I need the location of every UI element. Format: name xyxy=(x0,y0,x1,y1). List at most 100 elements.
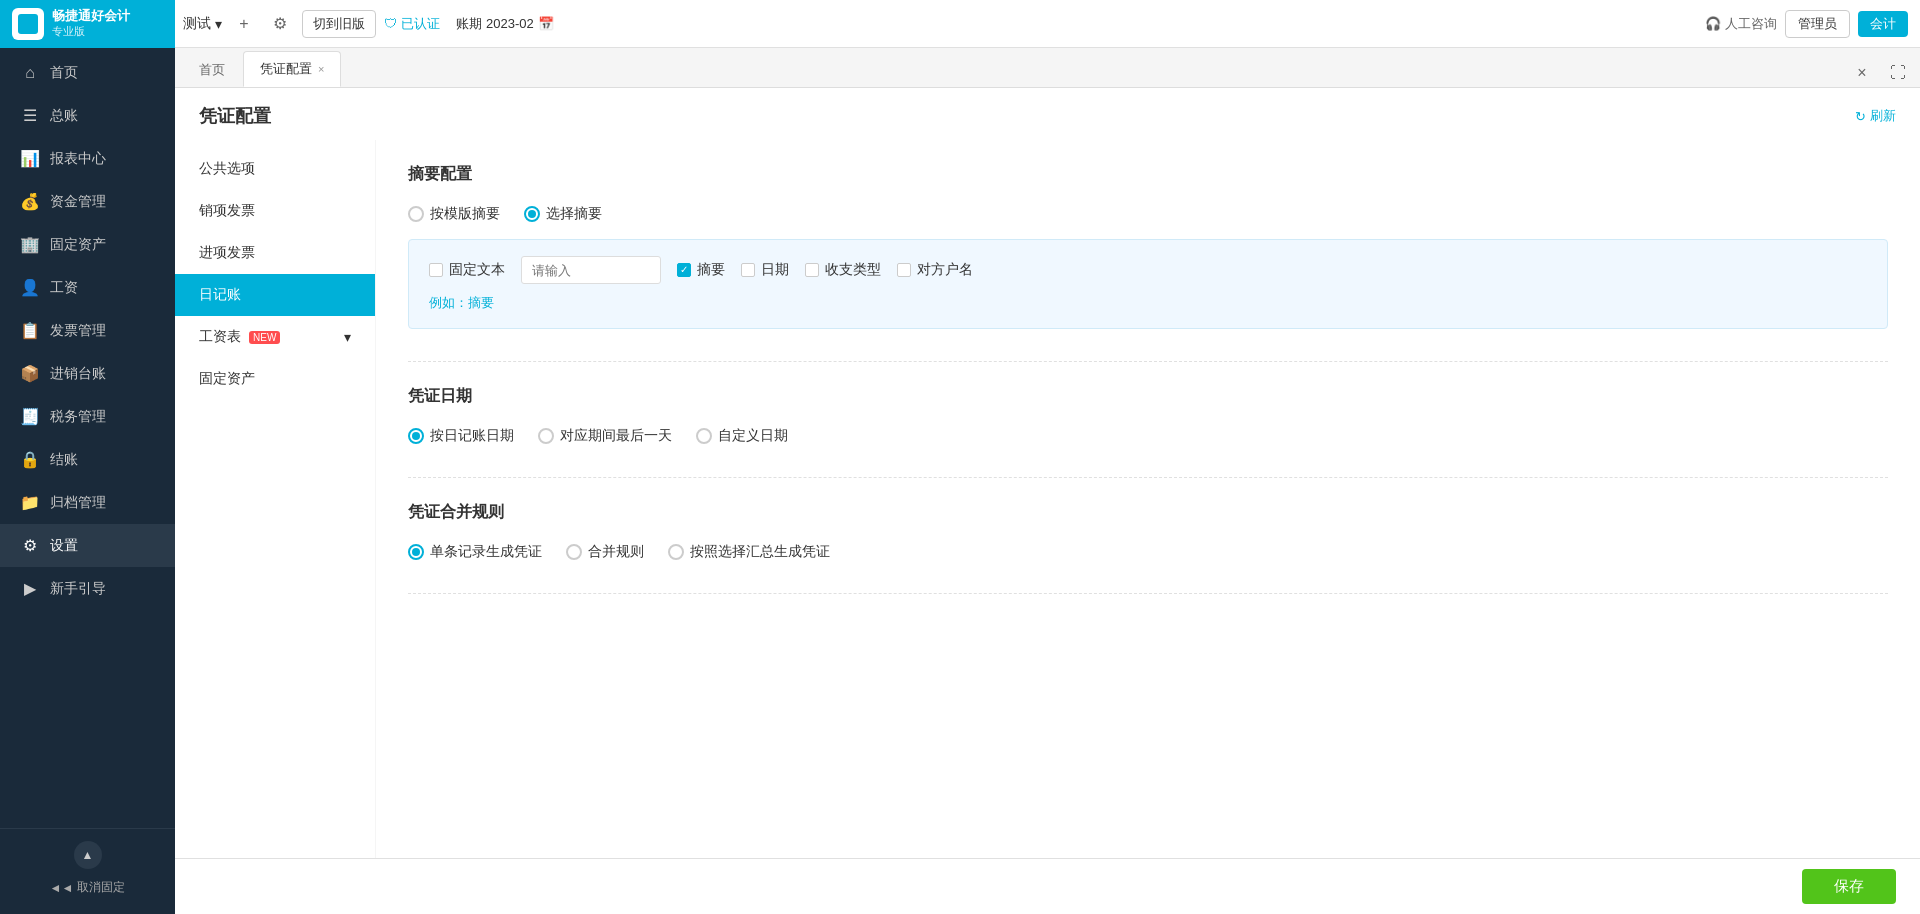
refresh-label: 刷新 xyxy=(1870,107,1896,125)
config-nav-public[interactable]: 公共选项 xyxy=(175,148,375,190)
up-arrow-icon[interactable]: ▲ xyxy=(74,841,102,869)
page-title: 凭证配置 xyxy=(199,104,271,128)
sidebar-item-invoice[interactable]: 📋 发票管理 xyxy=(0,309,175,352)
sidebar-nav: ⌂ 首页 ☰ 总账 📊 报表中心 💰 资金管理 🏢 固定资产 👤 工资 xyxy=(0,48,175,828)
gear-icon: ⚙ xyxy=(20,536,40,555)
sidebar-item-purchase[interactable]: 📦 进销台账 xyxy=(0,352,175,395)
config-sidebar: 公共选项 销项发票 进项发票 日记账 工资表 xyxy=(175,140,375,858)
consult-button[interactable]: 🎧 人工咨询 xyxy=(1705,15,1777,33)
merge-section-title: 凭证合并规则 xyxy=(408,502,1888,523)
radio-summary-circle xyxy=(668,544,684,560)
page-content: 凭证配置 ↻ 刷新 公共选项 销项发票 进项发票 xyxy=(175,88,1920,914)
fixed-text-option[interactable]: 固定文本 xyxy=(429,261,505,279)
accountant-button[interactable]: 会计 xyxy=(1858,11,1908,37)
report-icon: 📊 xyxy=(20,149,40,168)
radio-template-label: 按模版摘要 xyxy=(430,205,500,223)
summary-section-title: 摘要配置 xyxy=(408,164,1888,185)
radio-merge-option[interactable]: 合并规则 xyxy=(566,543,644,561)
project-name: 测试 xyxy=(183,15,211,33)
radio-summary-label: 按照选择汇总生成凭证 xyxy=(690,543,830,561)
sidebar-item-label: 固定资产 xyxy=(50,236,106,254)
logo-title: 畅捷通好会计 xyxy=(52,8,130,24)
radio-single-option[interactable]: 单条记录生成凭证 xyxy=(408,543,542,561)
chevron-down-icon: ▾ xyxy=(344,329,351,345)
old-version-button[interactable]: 切到旧版 xyxy=(302,10,376,38)
page-header: 凭证配置 ↻ 刷新 xyxy=(175,88,1920,140)
calendar-icon[interactable]: 📅 xyxy=(538,16,554,31)
radio-daily-label: 按日记账日期 xyxy=(430,427,514,445)
sidebar-item-close[interactable]: 🔒 结账 xyxy=(0,438,175,481)
tab-voucher-config[interactable]: 凭证配置 × xyxy=(243,51,341,87)
chevron-down-icon: ▾ xyxy=(215,16,222,32)
user-button[interactable]: 管理员 xyxy=(1785,10,1850,38)
counterparty-checkbox xyxy=(897,263,911,277)
date-radio-group: 按日记账日期 对应期间最后一天 自定义日期 xyxy=(408,427,1888,445)
sidebar-item-label: 税务管理 xyxy=(50,408,106,426)
sidebar-item-ledger[interactable]: ☰ 总账 xyxy=(0,94,175,137)
sidebar-item-label: 进销台账 xyxy=(50,365,106,383)
invoice-icon: 📋 xyxy=(20,321,40,340)
headset-icon: 🎧 xyxy=(1705,16,1721,31)
add-button[interactable]: + xyxy=(230,10,258,38)
radio-merge-circle xyxy=(566,544,582,560)
refresh-button[interactable]: ↻ 刷新 xyxy=(1855,107,1896,125)
guide-icon: ▶ xyxy=(20,579,40,598)
radio-select-option[interactable]: 选择摘要 xyxy=(524,205,602,223)
radio-template-option[interactable]: 按模版摘要 xyxy=(408,205,500,223)
radio-merge-label: 合并规则 xyxy=(588,543,644,561)
save-bar: 保存 xyxy=(175,858,1920,914)
summary-config-box: 固定文本 摘要 日期 xyxy=(408,239,1888,329)
close-button[interactable]: × xyxy=(1848,59,1876,87)
summary-option[interactable]: 摘要 xyxy=(677,261,725,279)
fullscreen-button[interactable]: ⛶ xyxy=(1884,59,1912,87)
radio-period-option[interactable]: 对应期间最后一天 xyxy=(538,427,672,445)
tab-home[interactable]: 首页 xyxy=(183,53,241,87)
sidebar-item-label: 结账 xyxy=(50,451,78,469)
logo-sub: 专业版 xyxy=(52,24,130,39)
merge-radio-group: 单条记录生成凭证 合并规则 按照选择汇总生成凭证 xyxy=(408,543,1888,561)
cancel-pin-button[interactable]: ◄◄ 取消固定 xyxy=(0,871,175,904)
radio-daily-option[interactable]: 按日记账日期 xyxy=(408,427,514,445)
sidebar-item-tax[interactable]: 🧾 税务管理 xyxy=(0,395,175,438)
sidebar-item-label: 总账 xyxy=(50,107,78,125)
save-button[interactable]: 保存 xyxy=(1802,869,1896,904)
sidebar-item-settings[interactable]: ⚙ 设置 xyxy=(0,524,175,567)
sidebar-item-label: 发票管理 xyxy=(50,322,106,340)
counterparty-label: 对方户名 xyxy=(917,261,973,279)
divider-1 xyxy=(408,361,1888,362)
config-nav-sales-invoice[interactable]: 销项发票 xyxy=(175,190,375,232)
sidebar-item-salary[interactable]: 👤 工资 xyxy=(0,266,175,309)
sidebar-item-guide[interactable]: ▶ 新手引导 xyxy=(0,567,175,610)
salary-icon: 👤 xyxy=(20,278,40,297)
sidebar-item-capital[interactable]: 💰 资金管理 xyxy=(0,180,175,223)
refresh-icon: ↻ xyxy=(1855,109,1866,124)
scroll-up-btn[interactable]: ▲ xyxy=(0,839,175,871)
sidebar-item-archive[interactable]: 📁 归档管理 xyxy=(0,481,175,524)
content-area: 首页 凭证配置 × × ⛶ 凭证配置 ↻ 刷新 xyxy=(175,48,1920,914)
config-nav-fixed-assets[interactable]: 固定资产 xyxy=(175,358,375,400)
project-selector[interactable]: 测试 ▾ xyxy=(183,15,222,33)
config-nav-salary-table[interactable]: 工资表 NEW ▾ xyxy=(175,316,375,358)
summary-radio-group: 按模版摘要 选择摘要 xyxy=(408,205,1888,223)
radio-custom-option[interactable]: 自定义日期 xyxy=(696,427,788,445)
topbar: 畅捷通好会计 专业版 测试 ▾ + ⚙ 切到旧版 🛡 已认证 账期 2023-0… xyxy=(0,0,1920,48)
income-type-option[interactable]: 收支类型 xyxy=(805,261,881,279)
income-type-checkbox xyxy=(805,263,819,277)
settings-icon[interactable]: ⚙ xyxy=(266,10,294,38)
fixed-text-input[interactable] xyxy=(521,256,661,284)
counterparty-option[interactable]: 对方户名 xyxy=(897,261,973,279)
config-nav-purchase-invoice[interactable]: 进项发票 xyxy=(175,232,375,274)
sidebar-item-report[interactable]: 📊 报表中心 xyxy=(0,137,175,180)
sidebar-item-home[interactable]: ⌂ 首页 xyxy=(0,52,175,94)
date-checkbox xyxy=(741,263,755,277)
ledger-icon: ☰ xyxy=(20,106,40,125)
logo-text-area: 畅捷通好会计 专业版 xyxy=(52,8,130,39)
sidebar-item-assets[interactable]: 🏢 固定资产 xyxy=(0,223,175,266)
example-value: 摘要 xyxy=(468,295,494,310)
date-option[interactable]: 日期 xyxy=(741,261,789,279)
config-nav-journal[interactable]: 日记账 xyxy=(175,274,375,316)
certified-status: 🛡 已认证 xyxy=(384,15,440,33)
tab-close-icon[interactable]: × xyxy=(318,63,324,75)
income-type-label: 收支类型 xyxy=(825,261,881,279)
radio-summary-option[interactable]: 按照选择汇总生成凭证 xyxy=(668,543,830,561)
